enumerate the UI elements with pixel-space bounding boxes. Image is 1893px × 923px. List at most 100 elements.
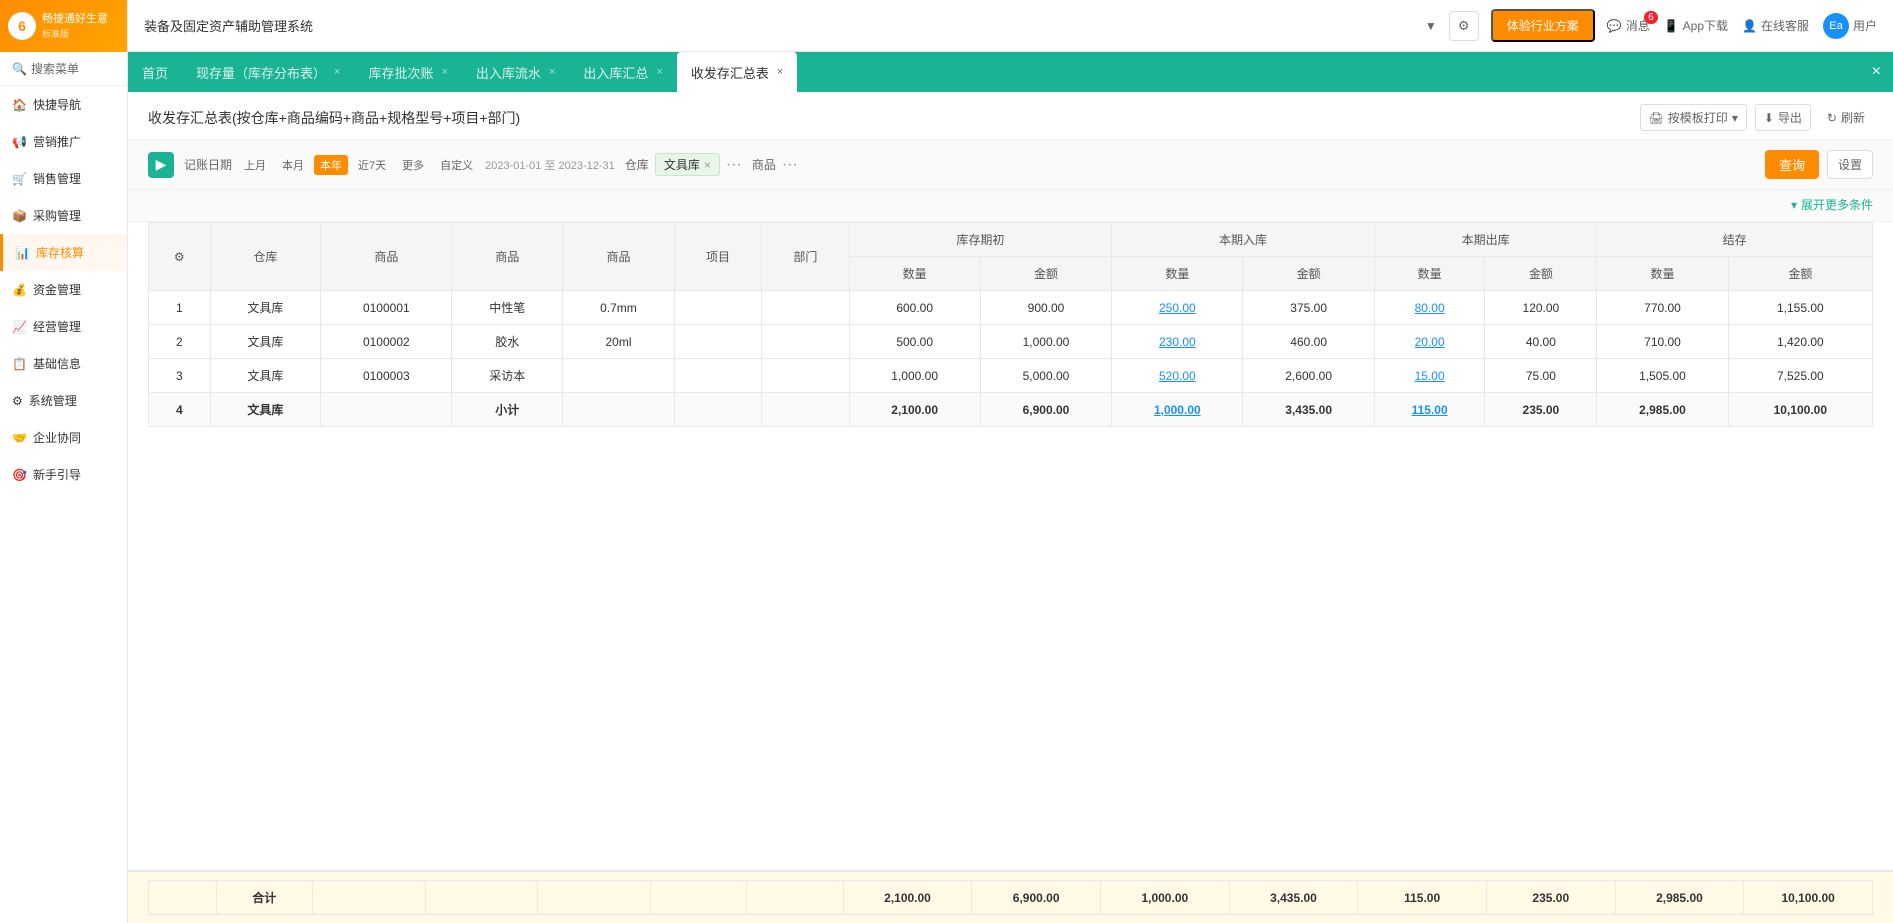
main-area: 装备及固定资产辅助管理系统 ▼ ⚙ 体验行业方案 💬 消息 6 📱 App下载 … xyxy=(128,0,1893,923)
tab-receive-summary[interactable]: 收发存汇总表 × xyxy=(677,52,797,92)
th-open-qty: 数量 xyxy=(849,257,980,291)
refresh-icon: ↻ xyxy=(1827,111,1837,125)
footer-open-qty: 2,100.00 xyxy=(843,881,972,915)
sidebar-item-marketing[interactable]: 📢 营销推广 xyxy=(0,123,127,160)
cell-sub-in-amt: 3,435.00 xyxy=(1243,393,1374,427)
date-btn-7days[interactable]: 近7天 xyxy=(352,155,392,175)
cell-spec: 20ml xyxy=(563,325,675,359)
trial-btn[interactable]: 体验行业方案 xyxy=(1491,9,1595,42)
cell-sub-open-amt: 6,900.00 xyxy=(980,393,1111,427)
sidebar-item-quick-nav[interactable]: 🏠 快捷导航 xyxy=(0,86,127,123)
goods-more-btn[interactable]: ··· xyxy=(782,156,798,174)
cell-project xyxy=(674,359,761,393)
export-btn[interactable]: ⬇ 导出 xyxy=(1755,104,1811,131)
cell-in-qty[interactable]: 520.00 xyxy=(1112,359,1243,393)
warehouse-tag[interactable]: 文具库 × xyxy=(655,153,720,176)
download-action[interactable]: 📱 App下载 xyxy=(1664,17,1728,34)
cell-sub-project xyxy=(674,393,761,427)
th-in-amt: 金额 xyxy=(1243,257,1374,291)
tab-close-inout-summary[interactable]: × xyxy=(656,66,662,78)
purchase-icon: 📦 xyxy=(12,209,27,223)
sales-icon: 🛒 xyxy=(12,172,27,186)
cell-sub-bal-amt: 10,100.00 xyxy=(1728,393,1872,427)
filter-expand-btn[interactable]: ▶ xyxy=(148,152,174,178)
cell-code: 0100003 xyxy=(321,359,452,393)
chevron-down-icon: ▾ xyxy=(1732,111,1738,125)
tab-inventory-dist[interactable]: 现存量（库存分布表） × xyxy=(182,52,354,92)
cell-project xyxy=(674,291,761,325)
cell-bal-qty: 1,505.00 xyxy=(1597,359,1728,393)
tab-close-batch-account[interactable]: × xyxy=(441,66,447,78)
cell-in-amt: 2,600.00 xyxy=(1243,359,1374,393)
filter-settings-btn[interactable]: 设置 xyxy=(1827,150,1873,179)
template-print-btn[interactable]: 🖨 按模板打印 ▾ xyxy=(1640,104,1747,131)
date-btn-cur-month[interactable]: 本月 xyxy=(276,155,310,175)
sidebar-item-finance[interactable]: 💰 资金管理 xyxy=(0,271,127,308)
table-row: 1 文具库 0100001 中性笔 0.7mm 600.00 900.00 25… xyxy=(149,291,1873,325)
cell-out-amt: 40.00 xyxy=(1485,325,1597,359)
home-icon: 🏠 xyxy=(12,98,27,112)
sidebar-item-purchase[interactable]: 📦 采购管理 xyxy=(0,197,127,234)
sidebar-item-newbie[interactable]: 🎯 新手引导 xyxy=(0,456,127,493)
footer-in-qty: 1,000.00 xyxy=(1100,881,1229,915)
cell-name: 采访本 xyxy=(452,359,563,393)
th-bal-amt: 金额 xyxy=(1728,257,1872,291)
th-goods-name: 商品 xyxy=(452,223,563,291)
sidebar-item-system[interactable]: ⚙ 系统管理 xyxy=(0,382,127,419)
sidebar-item-enterprise[interactable]: 🤝 企业协同 xyxy=(0,419,127,456)
sidebar-item-inventory[interactable]: 📊 库存核算 xyxy=(0,234,127,271)
cell-sub-code xyxy=(321,393,452,427)
cell-sub-dept xyxy=(762,393,849,427)
footer-bal-qty: 2,985.00 xyxy=(1615,881,1744,915)
logo-badge: 标准版 xyxy=(42,27,108,40)
sidebar-item-basic-info[interactable]: 📋 基础信息 xyxy=(0,345,127,382)
enterprise-icon: 🤝 xyxy=(12,431,27,445)
filter-bar: ▶ 记账日期 上月 本月 本年 近7天 更多 自定义 2023-01-01 至 … xyxy=(128,140,1893,190)
tabbar-close-btn[interactable]: × xyxy=(1872,63,1881,81)
sidebar-item-search[interactable]: 🔍 搜索菜单 xyxy=(0,52,127,86)
sidebar-item-sales[interactable]: 🛒 销售管理 xyxy=(0,160,127,197)
message-action[interactable]: 💬 消息 6 xyxy=(1607,17,1650,34)
tab-close-inventory-dist[interactable]: × xyxy=(334,66,340,78)
date-btn-cur-year[interactable]: 本年 xyxy=(314,155,348,175)
newbie-icon: 🎯 xyxy=(12,468,27,482)
cell-sub-in-qty[interactable]: 1,000.00 xyxy=(1112,393,1243,427)
cell-sub-out-qty[interactable]: 115.00 xyxy=(1374,393,1485,427)
date-btn-prev-month[interactable]: 上月 xyxy=(238,155,272,175)
tab-inout-summary[interactable]: 出入库汇总 × xyxy=(569,52,676,92)
cell-open-qty: 500.00 xyxy=(849,325,980,359)
cell-no: 3 xyxy=(149,359,211,393)
cell-bal-qty: 770.00 xyxy=(1597,291,1728,325)
query-btn[interactable]: 查询 xyxy=(1765,150,1819,179)
cell-dept xyxy=(762,325,849,359)
cell-warehouse: 文具库 xyxy=(210,325,321,359)
date-btn-custom[interactable]: 自定义 xyxy=(434,155,479,175)
finance-icon: 💰 xyxy=(12,283,27,297)
tab-close-inout-flow[interactable]: × xyxy=(549,66,555,78)
th-settings[interactable]: ⚙ xyxy=(149,223,211,291)
tab-batch-account[interactable]: 库存批次账 × xyxy=(354,52,461,92)
tab-home[interactable]: 首页 xyxy=(128,52,182,92)
basic-info-icon: 📋 xyxy=(12,357,27,371)
warehouse-tag-close[interactable]: × xyxy=(704,158,711,172)
tab-inout-flow[interactable]: 出入库流水 × xyxy=(462,52,569,92)
warehouse-more-btn[interactable]: ··· xyxy=(726,156,742,174)
cell-out-qty[interactable]: 80.00 xyxy=(1374,291,1485,325)
cell-dept xyxy=(762,359,849,393)
date-btn-more[interactable]: 更多 xyxy=(396,155,430,175)
tab-close-receive-summary[interactable]: × xyxy=(777,66,783,78)
user-action[interactable]: Ea 用户 xyxy=(1823,13,1877,39)
refresh-btn[interactable]: ↻ 刷新 xyxy=(1819,105,1873,130)
sidebar-item-operations[interactable]: 📈 经营管理 xyxy=(0,308,127,345)
th-goods-spec: 商品 xyxy=(563,223,675,291)
cell-out-qty[interactable]: 15.00 xyxy=(1374,359,1485,393)
marketing-icon: 📢 xyxy=(12,135,27,149)
cell-in-qty[interactable]: 230.00 xyxy=(1112,325,1243,359)
service-action[interactable]: 👤 在线客服 xyxy=(1742,17,1809,34)
expand-conditions-btn[interactable]: ▾ 展开更多条件 xyxy=(1791,196,1873,213)
system-dropdown[interactable]: ▼ xyxy=(1425,19,1437,33)
cell-in-qty[interactable]: 250.00 xyxy=(1112,291,1243,325)
cell-sub-out-amt: 235.00 xyxy=(1485,393,1597,427)
settings-btn[interactable]: ⚙ xyxy=(1449,11,1479,41)
cell-out-qty[interactable]: 20.00 xyxy=(1374,325,1485,359)
